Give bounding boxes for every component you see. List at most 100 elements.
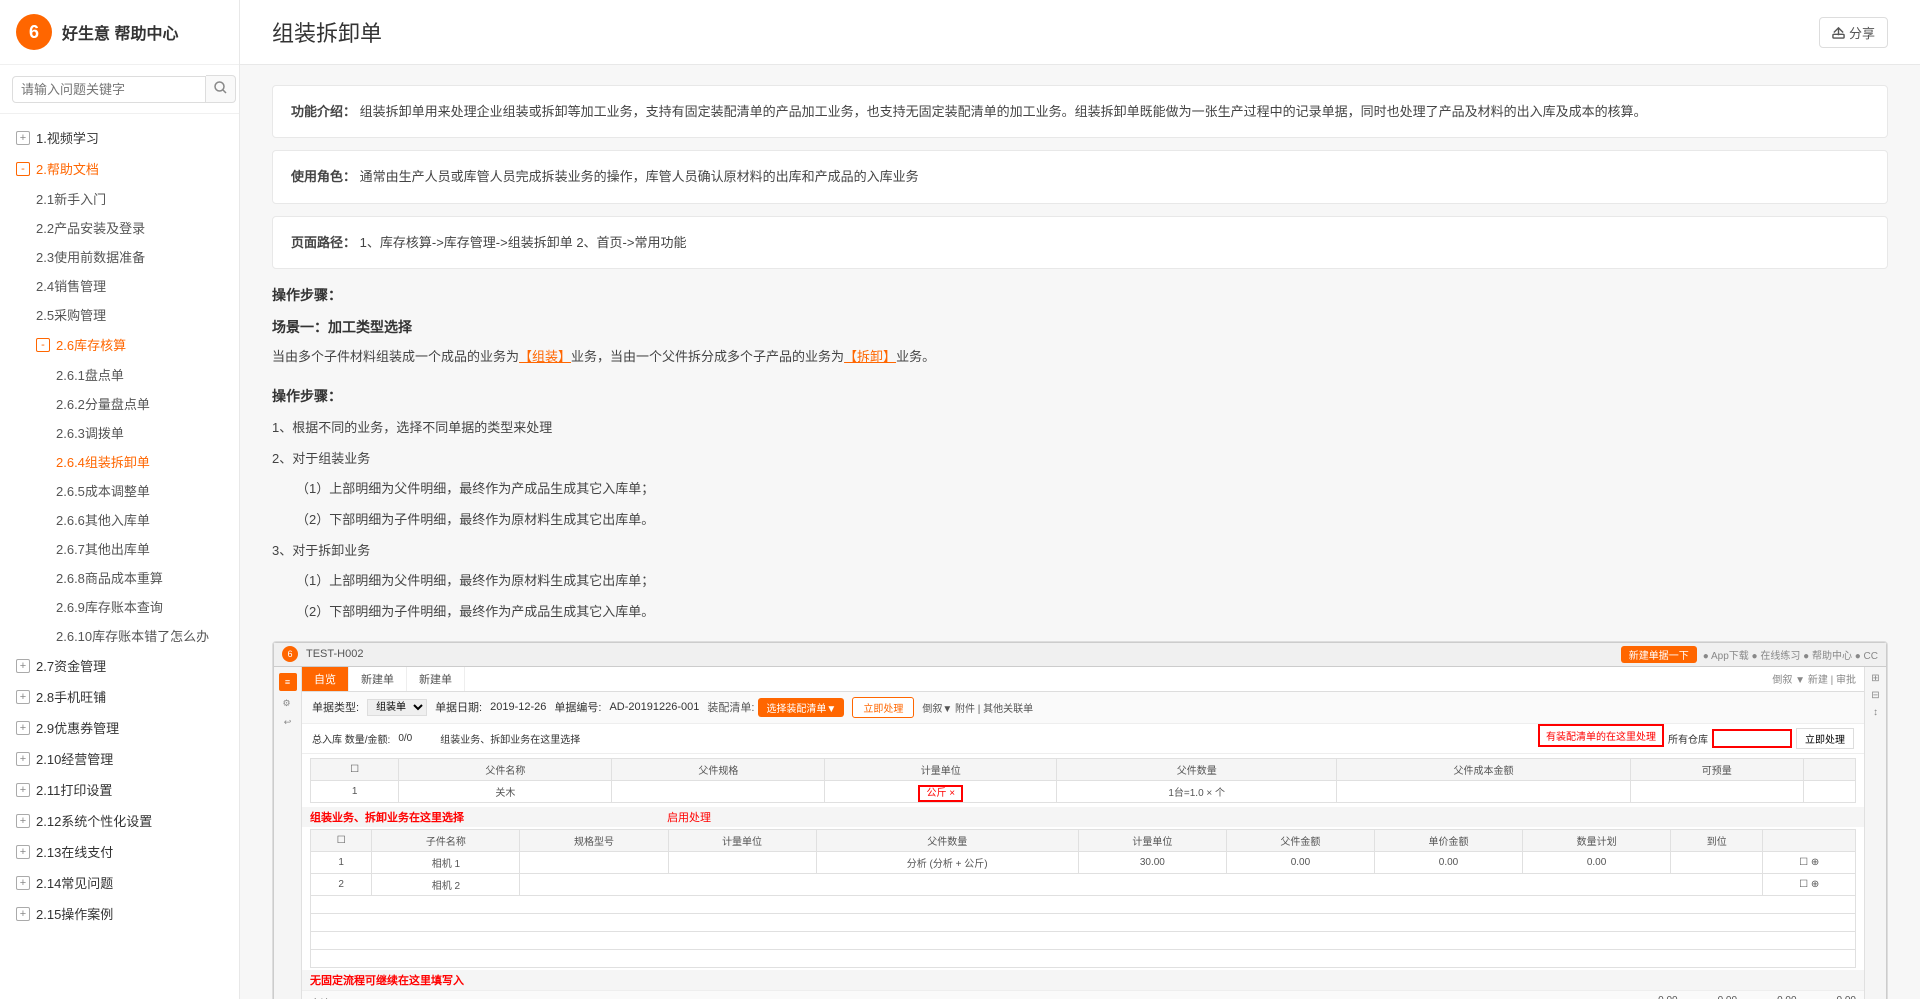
path-text: 1、库存核算->库存管理->组装拆卸单 2、首页->常用功能 [360, 235, 687, 250]
cell-child-spec [520, 851, 668, 873]
sidebar-item-faq[interactable]: + 2.14常见问题 [0, 867, 239, 898]
mockup-tabs: 自览 新建单 新建单 倒叙 ▼ 新建 | 审批 [302, 667, 1864, 692]
sidebar-item-stock-ledger[interactable]: 2.6.9库存账本查询 [0, 592, 239, 621]
mockup-footer: 合计 0.00 0.00 0.00 0.00 [302, 990, 1864, 999]
cell-idx2: 2 [311, 873, 372, 895]
cell-child-price: 0.00 [1374, 851, 1522, 873]
sidebar-item-operations[interactable]: + 2.10经营管理 [0, 743, 239, 774]
plus-icon10: + [16, 907, 30, 921]
sidebar-item-data-prep[interactable]: 2.3使用前数据准备 [0, 242, 239, 271]
sidebar-item-newbie[interactable]: 2.1新手入门 [0, 184, 239, 213]
step-3: 3、对于拆卸业务 [272, 539, 1888, 564]
sidebar-section-label: 2.7资金管理 [36, 656, 106, 675]
mockup-type-select[interactable]: 组装单 [367, 699, 427, 716]
mockup-tab-active[interactable]: 自览 [302, 667, 349, 691]
sidebar-item-other-in[interactable]: 2.6.6其他入库单 [0, 505, 239, 534]
cell-avail [1630, 780, 1803, 802]
path-label: 页面路径： [291, 235, 356, 250]
cell-child-op2: ☐ ⊕ [1763, 873, 1856, 895]
mockup-titlebar: 6 TEST-H002 新建单据一下 ● App下载 ● 在线练习 ● 帮助中心… [274, 643, 1886, 667]
sidebar-item-system[interactable]: + 2.12系统个性化设置 [0, 805, 239, 836]
col-check2: ☐ [311, 829, 372, 851]
mockup-store-input[interactable] [1712, 729, 1792, 748]
mockup-process-btn[interactable]: 立即处理 [852, 697, 914, 718]
cell-child-arrive [1671, 851, 1763, 873]
sidebar-item-finance[interactable]: + 2.7资金管理 [0, 650, 239, 681]
sidebar-item-docs[interactable]: - 2.帮助文档 [0, 153, 239, 184]
mockup-child-table-wrap: ☐ 子件名称 规格型号 计量单位 父件数量 计量单位 父件金额 单价金额 [302, 827, 1864, 970]
col-child-op [1763, 829, 1856, 851]
mockup-combo-label: 组装业务、拆卸业务在这里选择 [440, 731, 580, 746]
footer-val3: 0.00 [1777, 995, 1796, 999]
search-input[interactable] [12, 76, 206, 103]
annotation2-wrapper: 组装业务、拆卸业务在这里选择 启用处理 [302, 807, 1864, 827]
sidebar-item-other-out[interactable]: 2.6.7其他出库单 [0, 534, 239, 563]
mockup-new-btn[interactable]: 新建单据一下 [1621, 646, 1697, 663]
scene1-title: 场景一：加工类型选择 [272, 317, 1888, 337]
sidebar-item-payment[interactable]: + 2.13在线支付 [0, 836, 239, 867]
sidebar-item-transfer[interactable]: 2.6.3调拨单 [0, 418, 239, 447]
sidebar-section-label: 2.15操作案例 [36, 904, 113, 923]
sidebar-item-stock-error[interactable]: 2.6.10库存账本错了怎么办 [0, 621, 239, 650]
mockup-child-table: ☐ 子件名称 规格型号 计量单位 父件数量 计量单位 父件金额 单价金额 [310, 829, 1856, 968]
mockup-tab-2[interactable]: 新建单 [407, 667, 465, 691]
sidebar-item-coupon[interactable]: + 2.9优惠券管理 [0, 712, 239, 743]
mockup-right-actions: 所有仓库 立即处理 [1668, 728, 1854, 749]
ops-title: 操作步骤： [272, 285, 1888, 305]
col-avail: 可预量 [1630, 758, 1803, 780]
sidebar-section-label: 2.6库存核算 [56, 335, 126, 354]
sidebar-item-sales[interactable]: 2.4销售管理 [0, 271, 239, 300]
table-row: 1 关木 公斤 × 1台=1.0 × 个 [311, 780, 1856, 802]
sidebar-item-stock-check[interactable]: 2.6.1盘点单 [0, 360, 239, 389]
role-label: 使用角色： [291, 169, 356, 184]
sidebar-item-assembly[interactable]: 2.6.4组装拆卸单 [0, 447, 239, 476]
content-area: 功能介绍： 组装拆卸单用来处理企业组装或拆卸等加工业务，支持有固定装配清单的产品… [240, 65, 1920, 999]
col-cost: 父件成本金额 [1337, 758, 1630, 780]
annotation-assembly-text: 组装业务、拆卸业务在这里选择 [310, 812, 464, 824]
mockup-company: TEST-H002 [306, 648, 363, 660]
share-button[interactable]: 分享 [1819, 17, 1888, 48]
mockup-tab-actions: 倒叙 ▼ 新建 | 审批 [1764, 667, 1864, 691]
mockup-date-val: 2019-12-26 [490, 701, 546, 713]
sidebar-item-cases[interactable]: + 2.15操作案例 [0, 898, 239, 929]
sidebar-item-print[interactable]: + 2.11打印设置 [0, 774, 239, 805]
col-check: ☐ [311, 758, 399, 780]
step-3-1: （1）上部明细为父件明细，最终作为原材料生成其它出库单； [272, 569, 1888, 594]
plus-icon6: + [16, 783, 30, 797]
mockup-extra-btns: 倒叙▼ 附件 | 其他关联单 [922, 700, 1033, 715]
col-child-unit2: 计量单位 [1078, 829, 1226, 851]
annotation-nofixed-text: 无固定流程可继续在这里填写入 [302, 970, 1864, 990]
sidebar-item-install[interactable]: 2.2产品安装及登录 [0, 213, 239, 242]
footer-vals: 0.00 0.00 0.00 0.00 [1658, 995, 1856, 999]
mockup-apply-btn[interactable]: 立即处理 [1796, 728, 1854, 749]
mockup-title-right: 新建单据一下 ● App下载 ● 在线练习 ● 帮助中心 ● CC [1621, 646, 1878, 663]
sidebar-section-label: 2.帮助文档 [36, 159, 99, 178]
col-parent-spec: 父件规格 [612, 758, 825, 780]
plus-icon4: + [16, 721, 30, 735]
minus-icon2: - [36, 338, 50, 352]
mockup-bom-label: 装配清单: [707, 699, 754, 715]
cell-name: 关木 [399, 780, 612, 802]
mockup-num-val: 0/0 [398, 733, 412, 744]
mockup-tab-1[interactable]: 新建单 [349, 667, 407, 691]
sidebar-item-stock-partial[interactable]: 2.6.2分量盘点单 [0, 389, 239, 418]
sidebar-item-purchase[interactable]: 2.5采购管理 [0, 300, 239, 329]
sidebar-item-mobile[interactable]: + 2.8手机旺铺 [0, 681, 239, 712]
sidebar-item-video[interactable]: + 1.视频学习 [0, 122, 239, 153]
sidebar-item-cost-recalc[interactable]: 2.6.8商品成本重算 [0, 563, 239, 592]
mockup-bom-btn[interactable]: 选择装配清单▼ [758, 698, 844, 717]
plus-icon2: + [16, 659, 30, 673]
mockup-date-label: 单据日期: [435, 699, 482, 715]
page-title: 组装拆卸单 [272, 16, 382, 48]
sidebar-item-cost-adjust[interactable]: 2.6.5成本调整单 [0, 476, 239, 505]
main-header: 组装拆卸单 分享 [240, 0, 1920, 65]
mockup-parent-table-wrap: ☐ 父件名称 父件规格 计量单位 父件数量 父件成本金额 可预量 [302, 754, 1864, 807]
search-button[interactable] [206, 75, 236, 103]
cell-child-name2: 相机 2 [372, 873, 520, 895]
plus-icon7: + [16, 814, 30, 828]
step-3-2: （2）下部明细为子件明细，最终作为产成品生成其它入库单。 [272, 600, 1888, 625]
ops-steps-title: 操作步骤： [272, 386, 1888, 406]
nav-tree: + 1.视频学习 - 2.帮助文档 2.1新手入门 2.2产品安装及登录 2.3… [0, 114, 239, 999]
mockup-store-label: 所有仓库 [1668, 731, 1708, 746]
sidebar-item-inventory[interactable]: - 2.6库存核算 [0, 329, 239, 360]
